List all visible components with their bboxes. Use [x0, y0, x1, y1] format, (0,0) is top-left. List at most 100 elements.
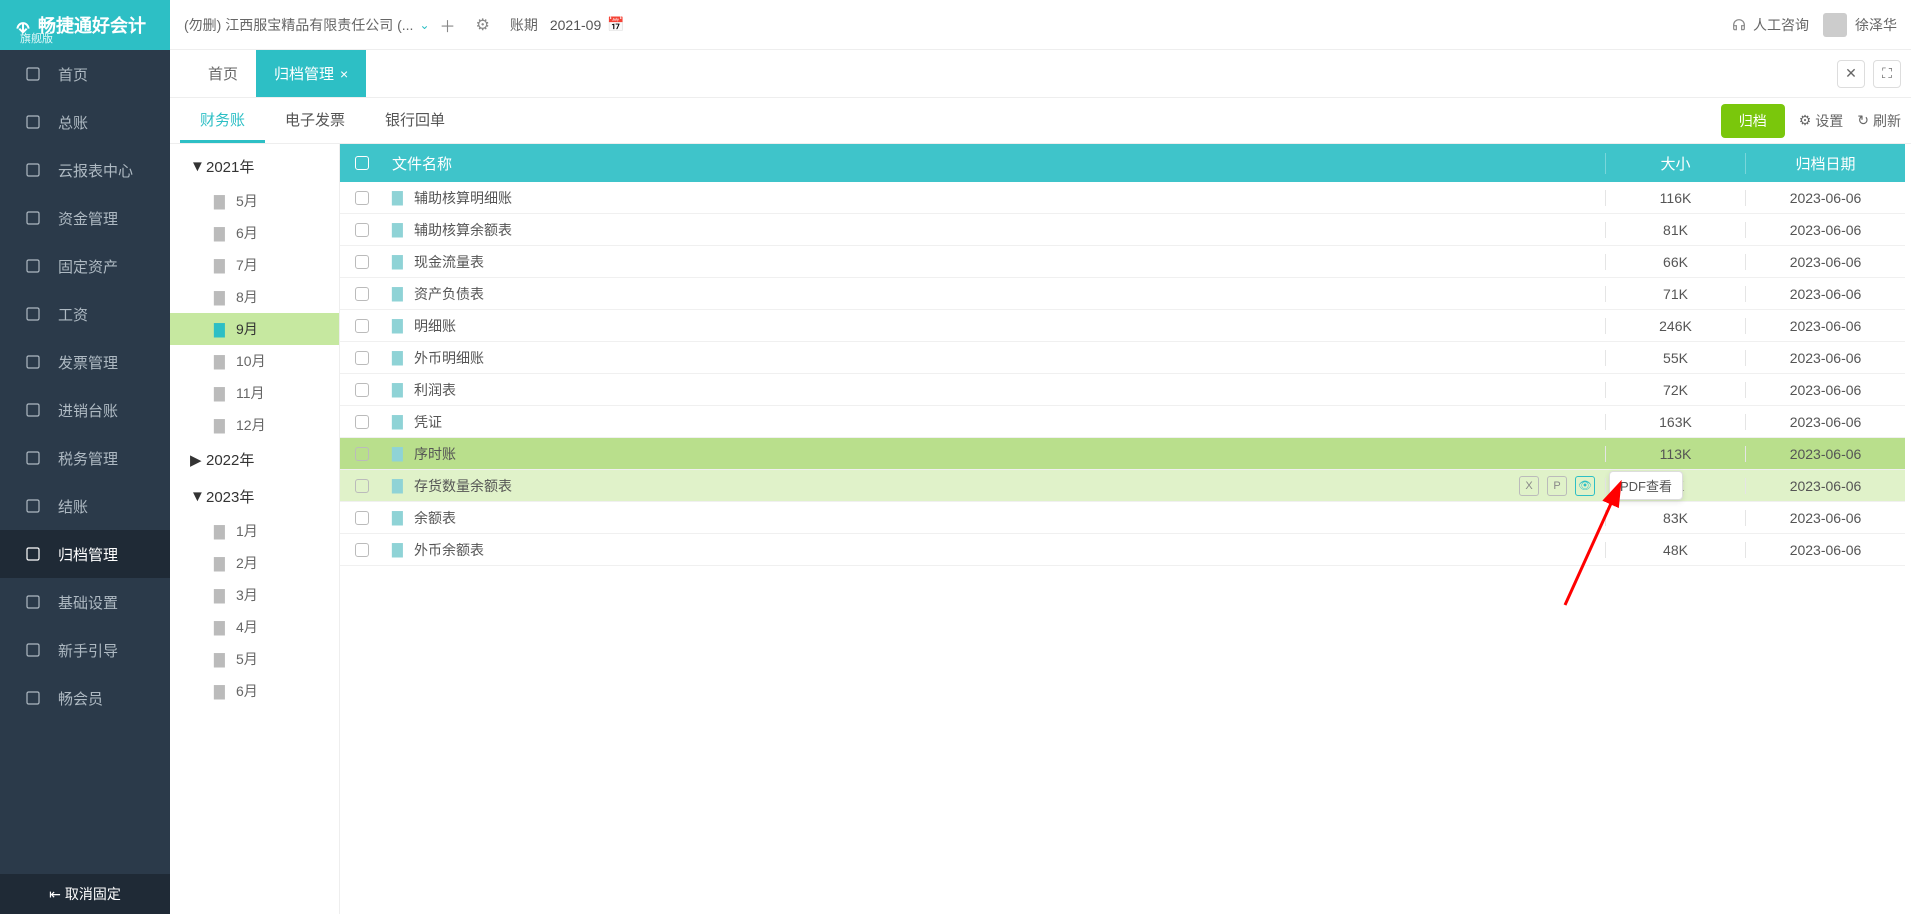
tree-month[interactable]: ▇5月 [170, 643, 339, 675]
avatar-icon [1823, 13, 1847, 37]
refresh-action[interactable]: ↻ 刷新 [1857, 111, 1901, 131]
tree-year[interactable]: ▼2023年 [170, 478, 339, 515]
file-name: 存货数量余额表 [414, 476, 512, 496]
tree-month[interactable]: ▇6月 [170, 217, 339, 249]
nav-item-2[interactable]: 云报表中心 [0, 146, 170, 194]
row-checkbox[interactable] [355, 383, 369, 397]
month-label: 12月 [236, 415, 266, 435]
file-size: 81K [1605, 222, 1745, 238]
tab-1[interactable]: 归档管理× [256, 50, 366, 97]
consult-button[interactable]: 人工咨询 [1731, 15, 1809, 35]
nav-item-6[interactable]: 发票管理 [0, 338, 170, 386]
period-value[interactable]: 2021-09 [550, 17, 601, 33]
select-all-checkbox[interactable] [355, 156, 369, 170]
company-selector[interactable]: (勿删) 江西服宝精品有限责任公司 (... [184, 15, 413, 35]
row-checkbox[interactable] [355, 255, 369, 269]
nav-icon [22, 303, 44, 325]
table-row[interactable]: ▇余额表 83K 2023-06-06 [340, 502, 1905, 534]
sub-tab-0[interactable]: 财务账 [180, 98, 265, 143]
table-row[interactable]: ▇凭证 163K 2023-06-06 [340, 406, 1905, 438]
nav-icon [22, 543, 44, 565]
chevron-down-icon[interactable]: ⌄ [419, 18, 429, 32]
archive-button[interactable]: 归档 [1721, 104, 1785, 138]
tree-month[interactable]: ▇1月 [170, 515, 339, 547]
archive-date: 2023-06-06 [1745, 190, 1905, 206]
month-label: 9月 [236, 319, 258, 339]
tree-year[interactable]: ▶2022年 [170, 441, 339, 478]
nav-item-3[interactable]: 资金管理 [0, 194, 170, 242]
preview-pdf-icon[interactable]: 👁 [1575, 476, 1595, 496]
tree-month[interactable]: ▇9月 [170, 313, 339, 345]
row-checkbox[interactable] [355, 543, 369, 557]
tree-month[interactable]: ▇6月 [170, 675, 339, 707]
row-checkbox[interactable] [355, 287, 369, 301]
add-icon[interactable]: ＋ [440, 13, 456, 37]
close-tabs-button[interactable]: ✕ [1837, 60, 1865, 88]
export-pdf-icon[interactable]: P [1547, 476, 1567, 496]
tree-month[interactable]: ▇2月 [170, 547, 339, 579]
table-row[interactable]: ▇辅助核算余额表 81K 2023-06-06 [340, 214, 1905, 246]
row-checkbox[interactable] [355, 511, 369, 525]
file-name: 凭证 [414, 412, 442, 432]
tree-month[interactable]: ▇12月 [170, 409, 339, 441]
tree-month[interactable]: ▇3月 [170, 579, 339, 611]
file-name: 外币余额表 [414, 540, 484, 560]
month-label: 8月 [236, 287, 258, 307]
row-checkbox[interactable] [355, 319, 369, 333]
user-menu[interactable]: 徐泽华 [1823, 13, 1897, 37]
table-row[interactable]: ▇序时账 113K 2023-06-06 [340, 438, 1905, 470]
month-label: 11月 [236, 383, 265, 403]
nav-item-9[interactable]: 结账 [0, 482, 170, 530]
row-checkbox[interactable] [355, 351, 369, 365]
fullscreen-button[interactable]: ⛶ [1873, 60, 1901, 88]
sub-tab-1[interactable]: 电子发票 [265, 98, 365, 143]
nav-item-1[interactable]: 总账 [0, 98, 170, 146]
file-size: 113K [1605, 446, 1745, 462]
nav-item-11[interactable]: 基础设置 [0, 578, 170, 626]
tree-month[interactable]: ▇10月 [170, 345, 339, 377]
consult-label: 人工咨询 [1753, 15, 1809, 35]
tree-month[interactable]: ▇11月 [170, 377, 339, 409]
table-row[interactable]: ▇辅助核算明细账 116K 2023-06-06 [340, 182, 1905, 214]
table-row[interactable]: ▇明细账 246K 2023-06-06 [340, 310, 1905, 342]
settings-action[interactable]: ⚙ 设置 [1799, 111, 1844, 131]
table-row[interactable]: ▇外币明细账 55K 2023-06-06 [340, 342, 1905, 374]
table-row[interactable]: ▇外币余额表 48K 2023-06-06 [340, 534, 1905, 566]
folder-icon: ▇ [214, 523, 228, 540]
tree-year[interactable]: ▼2021年 [170, 148, 339, 185]
nav-label: 发票管理 [58, 352, 118, 373]
nav-icon [22, 399, 44, 421]
month-label: 10月 [236, 351, 266, 371]
row-checkbox[interactable] [355, 223, 369, 237]
nav-item-4[interactable]: 固定资产 [0, 242, 170, 290]
row-checkbox[interactable] [355, 191, 369, 205]
table-row[interactable]: ▇现金流量表 66K 2023-06-06 [340, 246, 1905, 278]
table-row[interactable]: ▇利润表 72K 2023-06-06 [340, 374, 1905, 406]
nav-item-10[interactable]: 归档管理 [0, 530, 170, 578]
row-checkbox[interactable] [355, 415, 369, 429]
tree-month[interactable]: ▇8月 [170, 281, 339, 313]
sidebar-toggle[interactable]: ⇤ 取消固定 [0, 874, 170, 914]
table-row[interactable]: ▇存货数量余额表 2K 2023-06-06 X P 👁 PDF查看 [340, 470, 1905, 502]
tree-month[interactable]: ▇7月 [170, 249, 339, 281]
nav-item-12[interactable]: 新手引导 [0, 626, 170, 674]
gear-icon[interactable]: ⚙ [476, 15, 490, 35]
tab-close-icon[interactable]: × [340, 66, 348, 82]
tab-0[interactable]: 首页 [190, 50, 256, 97]
tree-month[interactable]: ▇5月 [170, 185, 339, 217]
tree-month[interactable]: ▇4月 [170, 611, 339, 643]
row-checkbox[interactable] [355, 447, 369, 461]
row-checkbox[interactable] [355, 479, 369, 493]
export-excel-icon[interactable]: X [1519, 476, 1539, 496]
calendar-icon[interactable]: 📅 [607, 16, 624, 33]
month-label: 5月 [236, 191, 258, 211]
nav-item-0[interactable]: 首页 [0, 50, 170, 98]
nav-item-8[interactable]: 税务管理 [0, 434, 170, 482]
nav-label: 归档管理 [58, 544, 118, 565]
table-row[interactable]: ▇资产负债表 71K 2023-06-06 [340, 278, 1905, 310]
nav-item-7[interactable]: 进销台账 [0, 386, 170, 434]
nav-icon [22, 63, 44, 85]
nav-item-5[interactable]: 工资 [0, 290, 170, 338]
sub-tab-2[interactable]: 银行回单 [365, 98, 465, 143]
nav-item-13[interactable]: 畅会员 [0, 674, 170, 722]
